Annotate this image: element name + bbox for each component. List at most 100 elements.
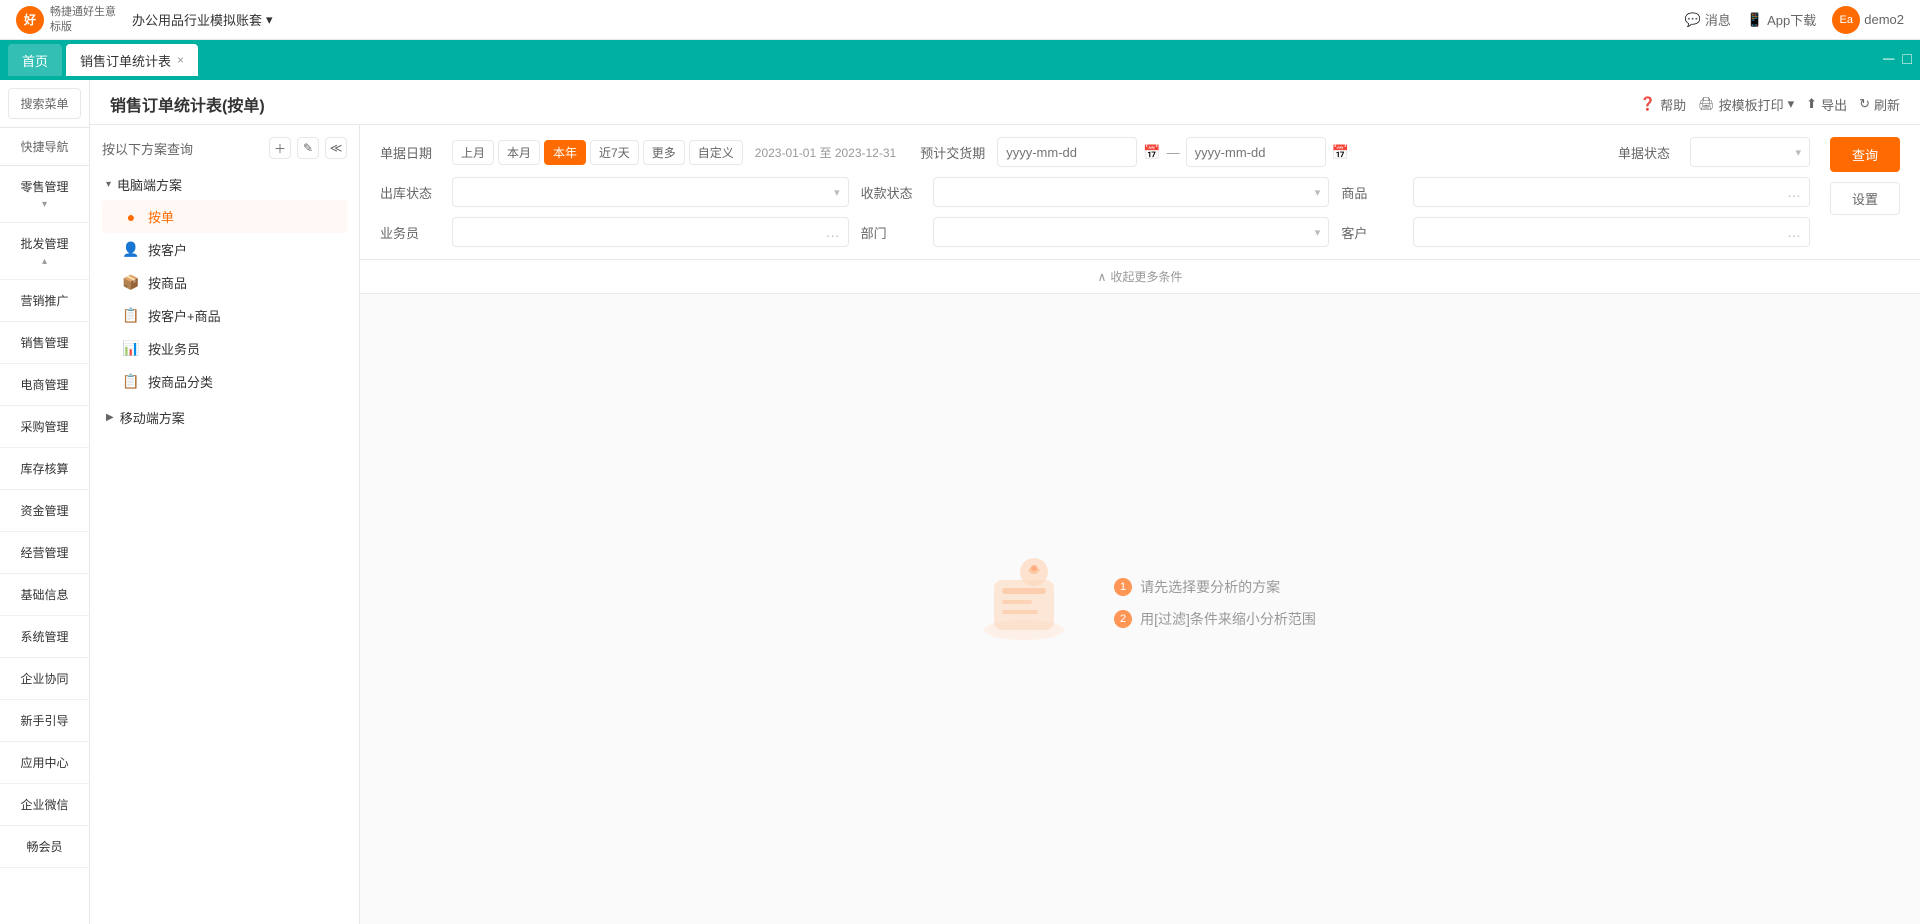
message-icon: 💬 — [1685, 12, 1701, 28]
mobile-scheme-group: ▶ 移动端方案 — [102, 402, 347, 433]
customer-field[interactable]: … — [1413, 217, 1810, 247]
calendar-start-icon: 📅 — [1143, 144, 1160, 161]
expected-date-start[interactable] — [997, 137, 1137, 167]
date-range-display: 2023-01-01 至 2023-12-31 — [755, 144, 896, 161]
sidebar-item-retail[interactable]: 零售管理 ▾ — [0, 166, 89, 223]
logo-icon: 好 — [16, 6, 44, 34]
dept-select[interactable]: ▾ — [933, 217, 1330, 247]
sidebar-item-marketing[interactable]: 营销推广 — [0, 280, 89, 322]
query-panel: 按以下方案查询 ＋ ✎ ≪ ▾ 电脑端方案 ● 按单 — [90, 125, 360, 924]
sidebar-search: 搜索菜单 — [0, 80, 89, 128]
date-btn-more[interactable]: 更多 — [643, 140, 685, 165]
logo-text: 畅捷通好生意 标版 — [50, 5, 116, 34]
avatar: Ea — [1832, 6, 1860, 34]
sidebar-item-enterprise[interactable]: 企业协同 — [0, 658, 89, 700]
sidebar: 搜索菜单 快捷导航 零售管理 ▾ 批发管理 ▴ 营销推广 销售管理 电商管理 采… — [0, 80, 90, 924]
salesperson-more-icon: … — [826, 224, 840, 240]
logo-area: 好 畅捷通好生意 标版 — [16, 5, 116, 34]
ship-status-select[interactable]: ▾ — [452, 177, 849, 207]
tab-sales-report[interactable]: 销售订单统计表 × — [66, 44, 198, 76]
scheme-order-icon: ● — [122, 209, 140, 225]
settings-button[interactable]: 设置 — [1830, 182, 1900, 215]
empty-tip-2: 2 用[过滤]条件来缩小分析范围 — [1114, 609, 1316, 629]
maximize-btn[interactable]: □ — [1902, 51, 1912, 69]
sidebar-item-guide[interactable]: 新手引导 — [0, 700, 89, 742]
query-panel-title: 按以下方案查询 — [102, 139, 193, 158]
expected-date-end[interactable] — [1186, 137, 1326, 167]
date-btn-this-month[interactable]: 本月 — [498, 140, 540, 165]
date-btn-last-month[interactable]: 上月 — [452, 140, 494, 165]
goods-label: 商品 — [1341, 183, 1401, 202]
goods-field[interactable]: … — [1413, 177, 1810, 207]
scheme-item-by-goods[interactable]: 📦 按商品 — [102, 266, 347, 299]
inner-layout: 按以下方案查询 ＋ ✎ ≪ ▾ 电脑端方案 ● 按单 — [90, 125, 1920, 924]
payment-status-label: 收款状态 — [861, 183, 921, 202]
calendar-end-icon: 📅 — [1332, 144, 1349, 161]
export-btn[interactable]: ⬆ 导出 — [1806, 95, 1847, 114]
sidebar-item-quick-nav[interactable]: 快捷导航 — [0, 128, 89, 166]
mobile-scheme-label: 移动端方案 — [120, 408, 185, 427]
print-btn[interactable]: 🖨 按模板打印 ▾ — [1698, 95, 1794, 114]
sidebar-item-wechat[interactable]: 企业微信 — [0, 784, 89, 826]
mobile-scheme-arrow: ▶ — [106, 412, 114, 423]
sidebar-item-system[interactable]: 系统管理 — [0, 616, 89, 658]
minimize-btn[interactable]: ─ — [1883, 51, 1894, 69]
sidebar-item-finance[interactable]: 资金管理 — [0, 490, 89, 532]
filter-section: 单据日期 上月 本月 本年 近7天 更多 自定义 2023-01-01 至 20… — [360, 125, 1920, 260]
search-menu-btn[interactable]: 搜索菜单 — [8, 88, 81, 119]
help-btn[interactable]: ❓ 帮助 — [1640, 95, 1686, 114]
nav-tabs: 首页 销售订单统计表 × ─ □ — [0, 40, 1920, 80]
scheme-item-by-customer-goods[interactable]: 📋 按客户+商品 — [102, 299, 347, 332]
pc-scheme-arrow: ▾ — [106, 179, 111, 190]
sidebar-item-members[interactable]: 畅会员 — [0, 826, 89, 868]
query-panel-tools: ＋ ✎ ≪ — [269, 137, 347, 159]
tab-close-icon[interactable]: × — [177, 53, 184, 67]
scheme-item-by-category[interactable]: 📋 按商品分类 — [102, 365, 347, 398]
sidebar-item-ecommerce[interactable]: 电商管理 — [0, 364, 89, 406]
date-btn-custom[interactable]: 自定义 — [689, 140, 743, 165]
company-selector[interactable]: 办公用品行业模拟账套 ▾ — [124, 10, 281, 29]
query-area: 单据日期 上月 本月 本年 近7天 更多 自定义 2023-01-01 至 20… — [360, 125, 1920, 924]
date-btn-7days[interactable]: 近7天 — [590, 140, 639, 165]
payment-status-select[interactable]: ▾ — [933, 177, 1330, 207]
refresh-btn[interactable]: ↻ 刷新 — [1859, 95, 1900, 114]
refresh-icon: ↻ — [1859, 96, 1870, 112]
collapse-bar[interactable]: ∧ 收起更多条件 — [360, 260, 1920, 294]
add-scheme-btn[interactable]: ＋ — [269, 137, 291, 159]
app-download-btn[interactable]: 📱 App下载 — [1747, 10, 1816, 29]
scheme-item-by-customer[interactable]: 👤 按客户 — [102, 233, 347, 266]
query-button[interactable]: 查询 — [1830, 137, 1900, 172]
sidebar-item-purchase[interactable]: 采购管理 — [0, 406, 89, 448]
page-title: 销售订单统计表(按单) — [110, 92, 265, 116]
collapse-panel-btn[interactable]: ≪ — [325, 137, 347, 159]
pc-scheme-header[interactable]: ▾ 电脑端方案 — [102, 169, 347, 200]
empty-illustration — [964, 540, 1084, 679]
tab-home[interactable]: 首页 — [8, 44, 62, 76]
header-left: 好 畅捷通好生意 标版 办公用品行业模拟账套 ▾ — [16, 5, 281, 34]
edit-scheme-btn[interactable]: ✎ — [297, 137, 319, 159]
message-btn[interactable]: 💬 消息 — [1685, 10, 1731, 29]
expected-date-label: 预计交货期 — [920, 143, 985, 162]
salesperson-field[interactable]: … — [452, 217, 849, 247]
query-panel-header: 按以下方案查询 ＋ ✎ ≪ — [102, 137, 347, 159]
print-dropdown-icon: ▾ — [1788, 96, 1795, 112]
user-menu[interactable]: Ea demo2 — [1832, 6, 1904, 34]
empty-content: 1 请先选择要分析的方案 2 用[过滤]条件来缩小分析范围 — [964, 540, 1316, 679]
empty-state: 1 请先选择要分析的方案 2 用[过滤]条件来缩小分析范围 — [360, 294, 1920, 924]
doc-status-label: 单据状态 — [1618, 143, 1678, 162]
sidebar-item-wholesale[interactable]: 批发管理 ▴ — [0, 223, 89, 280]
sidebar-item-inventory[interactable]: 库存核算 — [0, 448, 89, 490]
scheme-item-by-salesperson[interactable]: 📊 按业务员 — [102, 332, 347, 365]
sidebar-item-operations[interactable]: 经营管理 — [0, 532, 89, 574]
sidebar-item-basic[interactable]: 基础信息 — [0, 574, 89, 616]
chevron-down-icon: ▾ — [42, 199, 47, 210]
date-btn-this-year[interactable]: 本年 — [544, 140, 586, 165]
sidebar-item-sales[interactable]: 销售管理 — [0, 322, 89, 364]
collapse-text: ∧ 收起更多条件 — [1098, 268, 1183, 285]
help-icon: ❓ — [1640, 96, 1656, 112]
expected-date-range: 📅 — 📅 — [997, 137, 1594, 167]
sidebar-item-appstore[interactable]: 应用中心 — [0, 742, 89, 784]
mobile-scheme-header[interactable]: ▶ 移动端方案 — [102, 402, 347, 433]
doc-status-select[interactable]: ▾ — [1690, 137, 1810, 167]
scheme-item-by-order[interactable]: ● 按单 — [102, 200, 347, 233]
